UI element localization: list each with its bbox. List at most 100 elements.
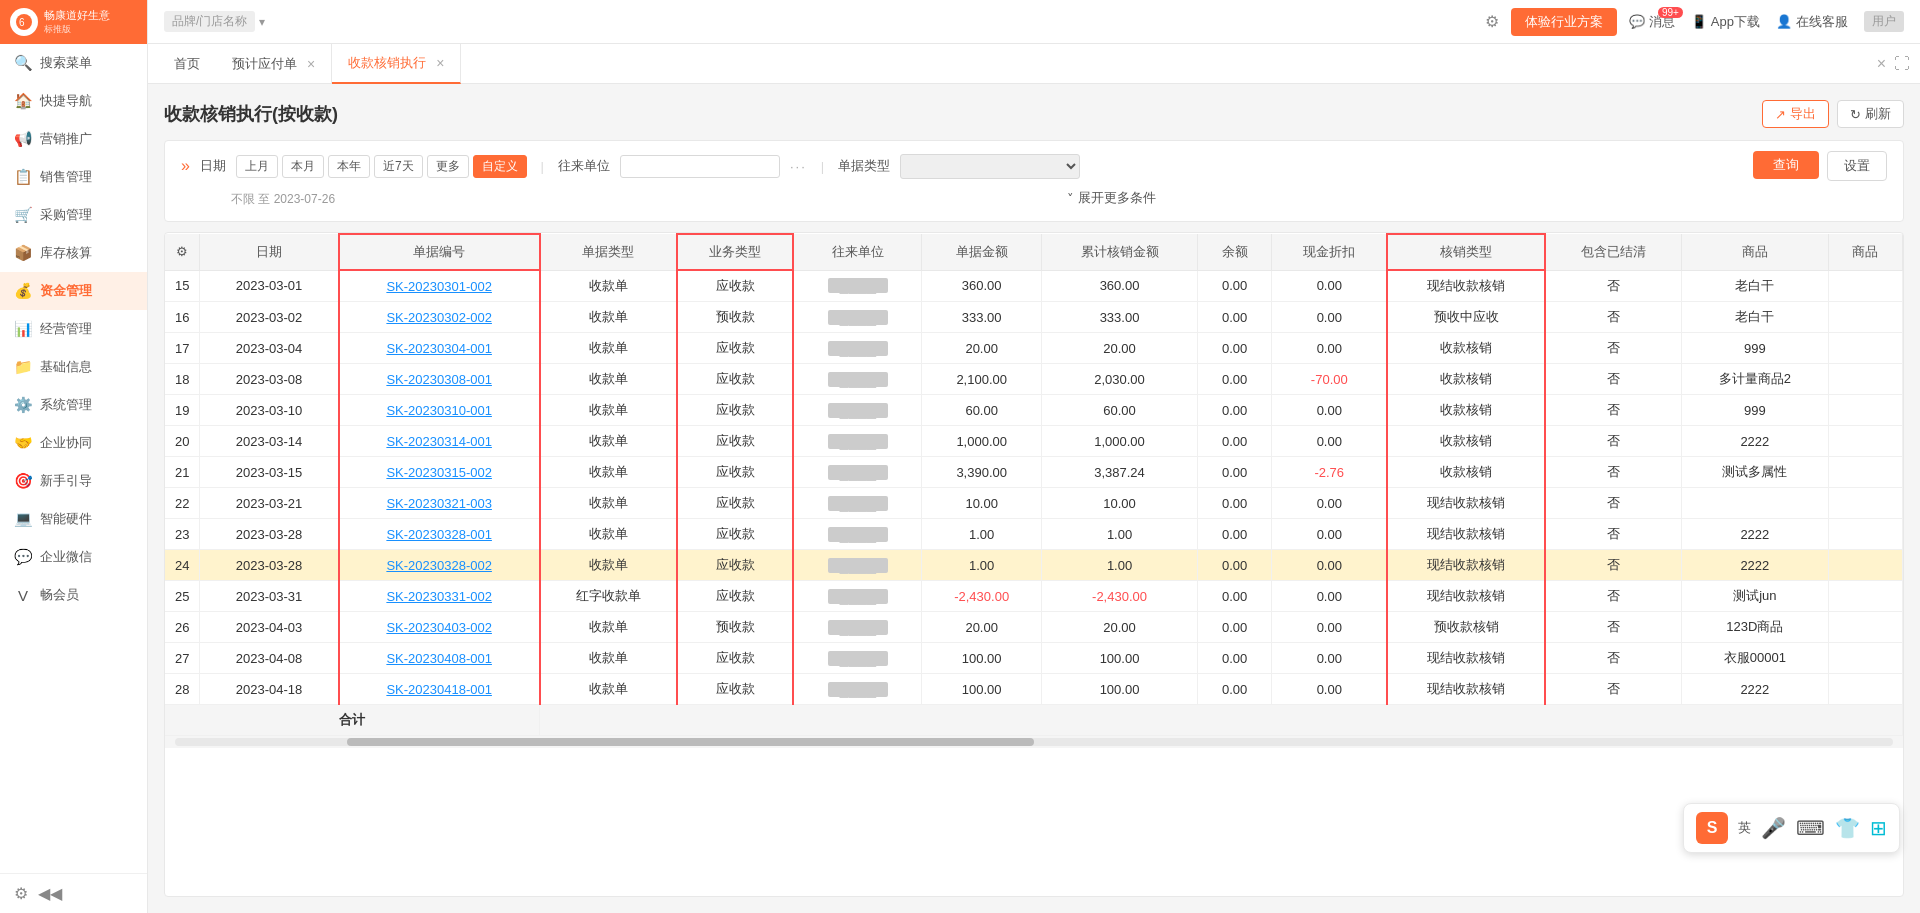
horizontal-scrollbar[interactable]	[165, 736, 1903, 748]
bill-no-link[interactable]: SK-20230408-001	[386, 651, 492, 666]
table-row: 15 2023-03-01 SK-20230301-002 收款单 应收款 ██…	[165, 270, 1903, 302]
float-shirt-icon[interactable]: 👕	[1835, 816, 1860, 840]
sidebar-item-quick[interactable]: 🏠 快捷导航	[0, 82, 147, 120]
user-avatar[interactable]: 用户	[1864, 11, 1904, 32]
tab-collection[interactable]: 收款核销执行 ×	[332, 44, 461, 84]
settings-gear-icon[interactable]: ⚙	[14, 884, 28, 903]
row-product1: 测试jun	[1681, 581, 1828, 612]
sidebar-item-guide[interactable]: 🎯 新手引导	[0, 462, 147, 500]
row-partner: ████	[793, 519, 921, 550]
export-button[interactable]: ↗ 导出	[1762, 100, 1829, 128]
bill-no-link[interactable]: SK-20230308-001	[386, 372, 492, 387]
row-no: 19	[165, 395, 200, 426]
filter-expand-arrow-icon[interactable]: »	[181, 157, 190, 175]
row-amount: 1.00	[922, 550, 1042, 581]
col-included: 包含已结清	[1545, 234, 1681, 270]
marketing-icon: 📢	[14, 130, 32, 148]
tab-fullscreen-icon[interactable]: ⛶	[1894, 55, 1910, 73]
sidebar-item-member[interactable]: V 畅会员	[0, 576, 147, 614]
tab-close-all-icon[interactable]: ×	[1877, 55, 1886, 73]
bill-no-link[interactable]: SK-20230321-003	[386, 496, 492, 511]
online-service-button[interactable]: 👤 在线客服	[1776, 13, 1848, 31]
float-keyboard-icon[interactable]: ⌨	[1796, 816, 1825, 840]
bill-no-link[interactable]: SK-20230314-001	[386, 434, 492, 449]
col-amount: 单据金额	[922, 234, 1042, 270]
row-bill-type: 收款单	[540, 395, 677, 426]
date-this-month-button[interactable]: 本月	[282, 155, 324, 178]
sidebar-item-system[interactable]: ⚙️ 系统管理	[0, 386, 147, 424]
date-more-button[interactable]: 更多	[427, 155, 469, 178]
expand-conditions-button[interactable]: ˅ 展开更多条件	[1067, 185, 1156, 211]
sidebar-item-enterprise[interactable]: 🤝 企业协同	[0, 424, 147, 462]
date-filter-label: 日期	[200, 157, 226, 175]
sidebar-item-inventory[interactable]: 📦 库存核算	[0, 234, 147, 272]
row-biz-type: 预收款	[677, 302, 794, 333]
bill-no-link[interactable]: SK-20230328-002	[386, 558, 492, 573]
row-cumulative: 333.00	[1042, 302, 1198, 333]
tab-payable-close-icon[interactable]: ×	[307, 56, 315, 72]
float-grid-icon[interactable]: ⊞	[1870, 816, 1887, 840]
sidebar-item-sales[interactable]: 📋 销售管理	[0, 158, 147, 196]
message-button[interactable]: 💬 消息 99+	[1629, 13, 1675, 31]
refresh-button[interactable]: ↻ 刷新	[1837, 100, 1904, 128]
row-cumulative: 360.00	[1042, 270, 1198, 302]
date-last-month-button[interactable]: 上月	[236, 155, 278, 178]
row-product1: 2222	[1681, 550, 1828, 581]
date-7days-button[interactable]: 近7天	[374, 155, 423, 178]
bill-no-link[interactable]: SK-20230331-002	[386, 589, 492, 604]
float-english-icon[interactable]: 英	[1738, 819, 1751, 837]
data-table: ⚙ 日期 单据编号 单据类型 业务类型 往来单位 单据金额 累计核销金额 余额 …	[165, 233, 1903, 736]
logo-icon: 6	[10, 8, 38, 36]
tab-collection-close-icon[interactable]: ×	[436, 55, 444, 71]
bill-no-link[interactable]: SK-20230302-002	[386, 310, 492, 325]
row-balance: 0.00	[1198, 270, 1272, 302]
row-bill-type: 收款单	[540, 364, 677, 395]
sales-icon: 📋	[14, 168, 32, 186]
date-this-year-button[interactable]: 本年	[328, 155, 370, 178]
partner-input[interactable]	[620, 155, 780, 178]
member-icon: V	[14, 586, 32, 604]
filter-area: » 日期 上月 本月 本年 近7天 更多 自定义 | 往来单位 ··· |	[164, 140, 1904, 222]
row-balance: 0.00	[1198, 302, 1272, 333]
topbar-gear-icon[interactable]: ⚙	[1485, 12, 1499, 31]
tab-home[interactable]: 首页	[158, 44, 216, 84]
dropdown-arrow-icon[interactable]: ▾	[259, 15, 265, 29]
table-row: 26 2023-04-03 SK-20230403-002 收款单 预收款 ██…	[165, 612, 1903, 643]
sidebar-item-hardware[interactable]: 💻 智能硬件	[0, 500, 147, 538]
float-mic-icon[interactable]: 🎤	[1761, 816, 1786, 840]
col-cumulative: 累计核销金额	[1042, 234, 1198, 270]
sidebar-item-wechat[interactable]: 💬 企业微信	[0, 538, 147, 576]
row-product2	[1828, 550, 1902, 581]
bill-no-link[interactable]: SK-20230310-001	[386, 403, 492, 418]
row-cumulative: 3,387.24	[1042, 457, 1198, 488]
bill-no-link[interactable]: SK-20230304-001	[386, 341, 492, 356]
bill-no-link[interactable]: SK-20230403-002	[386, 620, 492, 635]
date-custom-button[interactable]: 自定义	[473, 155, 527, 178]
row-amount: 10.00	[922, 488, 1042, 519]
tab-payable[interactable]: 预计应付单 ×	[216, 44, 332, 84]
app-download-button[interactable]: 📱 App下载	[1691, 13, 1760, 31]
query-button[interactable]: 查询	[1753, 151, 1819, 179]
sidebar-collapse-icon[interactable]: ◀◀	[38, 884, 62, 903]
sidebar-item-purchase[interactable]: 🛒 采购管理	[0, 196, 147, 234]
filter-row-1: » 日期 上月 本月 本年 近7天 更多 自定义 | 往来单位 ··· |	[181, 151, 1887, 181]
bill-no-link[interactable]: SK-20230301-002	[386, 279, 492, 294]
sidebar-item-operations[interactable]: 📊 经营管理	[0, 310, 147, 348]
sidebar-item-basics[interactable]: 📁 基础信息	[0, 348, 147, 386]
sidebar-item-marketing[interactable]: 📢 营销推广	[0, 120, 147, 158]
header-actions: ↗ 导出 ↻ 刷新	[1762, 100, 1904, 128]
bill-no-link[interactable]: SK-20230315-002	[386, 465, 492, 480]
bill-no-link[interactable]: SK-20230328-001	[386, 527, 492, 542]
solution-button[interactable]: 体验行业方案	[1511, 8, 1617, 36]
row-partner: ████	[793, 457, 921, 488]
row-product1: 老白干	[1681, 270, 1828, 302]
bill-no-link[interactable]: SK-20230418-001	[386, 682, 492, 697]
wechat-icon: 💬	[14, 548, 32, 566]
setting-button[interactable]: 设置	[1827, 151, 1887, 181]
scrollbar-thumb[interactable]	[347, 738, 1034, 746]
sidebar-item-finance[interactable]: 💰 资金管理	[0, 272, 147, 310]
sidebar-item-search[interactable]: 🔍 搜索菜单	[0, 44, 147, 82]
voucher-type-select[interactable]	[900, 154, 1080, 179]
row-cumulative: 20.00	[1042, 612, 1198, 643]
row-discount: -70.00	[1272, 364, 1388, 395]
